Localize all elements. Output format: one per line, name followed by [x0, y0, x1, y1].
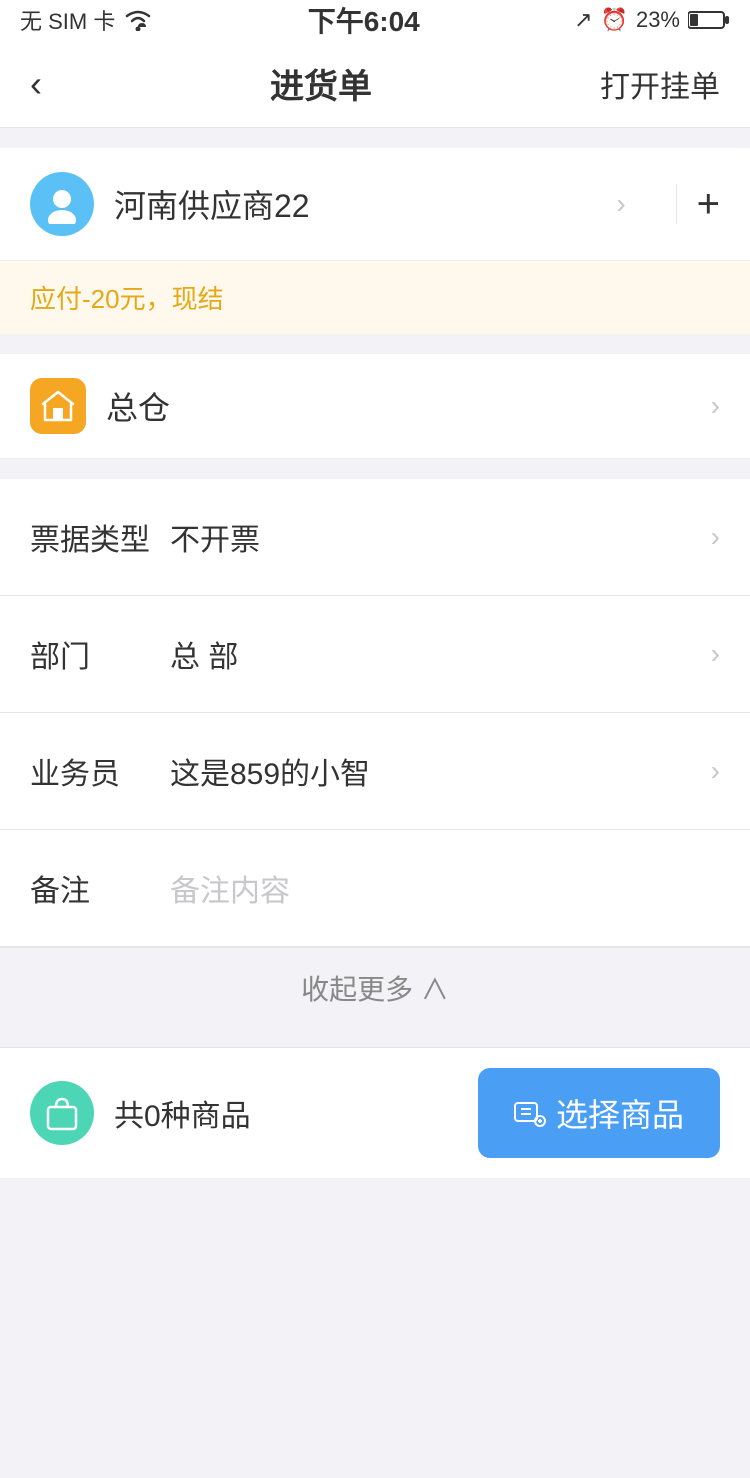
invoice-type-value: 不开票	[170, 515, 711, 559]
status-bar: 无 SIM 卡 下午6:04 ↗ ⏰ 23%	[0, 0, 750, 40]
house-icon	[41, 390, 75, 422]
warehouse-row[interactable]: 总仓 ›	[0, 354, 750, 459]
department-value: 总 部	[170, 632, 711, 676]
open-pending-button[interactable]: 打开挂单	[600, 62, 720, 106]
section-gap-2	[0, 334, 750, 354]
warehouse-section: 总仓 ›	[0, 354, 750, 459]
supplier-avatar	[30, 172, 94, 236]
wifi-icon	[123, 9, 153, 31]
bag-icon	[44, 1095, 80, 1131]
page-title: 进货单	[270, 59, 372, 108]
collapse-toggle[interactable]: 收起更多 ∧	[0, 947, 750, 1027]
product-icon	[30, 1081, 94, 1145]
department-chevron-icon: ›	[711, 638, 720, 670]
invoice-type-label: 票据类型	[30, 515, 150, 559]
supplier-section: 河南供应商22 › + 应付-20元，现结	[0, 148, 750, 334]
form-section: 票据类型 不开票 › 部门 总 部 › 业务员 这是859的小智 › 备注 备注…	[0, 479, 750, 947]
select-product-icon	[514, 1099, 546, 1127]
section-gap-1	[0, 128, 750, 148]
product-count-text: 共0种商品	[114, 1091, 478, 1135]
salesperson-chevron-icon: ›	[711, 755, 720, 787]
remark-input[interactable]: 备注内容	[170, 866, 720, 910]
status-left: 无 SIM 卡	[20, 4, 153, 36]
select-product-label: 选择商品	[556, 1090, 684, 1136]
supplier-name: 河南供应商22	[114, 181, 616, 227]
alert-banner: 应付-20元，现结	[0, 261, 750, 334]
status-right: ↗ ⏰ 23%	[574, 7, 730, 33]
nav-bar: ‹ 进货单 打开挂单	[0, 40, 750, 128]
no-sim-text: 无 SIM 卡	[20, 4, 115, 36]
page-background	[0, 1178, 750, 1478]
bottom-action-bar: 共0种商品 选择商品	[0, 1047, 750, 1178]
alarm-icon: ⏰	[601, 7, 628, 33]
battery-icon	[688, 9, 730, 31]
warehouse-name: 总仓	[106, 383, 711, 429]
department-label: 部门	[30, 632, 150, 676]
section-gap-4	[0, 1027, 750, 1047]
remark-row[interactable]: 备注 备注内容	[0, 830, 750, 947]
select-product-button[interactable]: 选择商品	[478, 1068, 720, 1158]
warehouse-icon	[30, 378, 86, 434]
back-button[interactable]: ‹	[30, 63, 42, 105]
salesperson-label: 业务员	[30, 749, 150, 793]
person-icon	[42, 184, 82, 224]
add-supplier-button[interactable]: +	[697, 182, 720, 227]
warehouse-chevron-icon: ›	[711, 390, 720, 422]
divider	[676, 184, 677, 224]
supplier-row[interactable]: 河南供应商22 › +	[0, 148, 750, 261]
invoice-type-chevron-icon: ›	[711, 521, 720, 553]
invoice-type-row[interactable]: 票据类型 不开票 ›	[0, 479, 750, 596]
department-row[interactable]: 部门 总 部 ›	[0, 596, 750, 713]
status-time: 下午6:04	[308, 0, 420, 40]
supplier-chevron-icon: ›	[616, 188, 625, 220]
remark-label: 备注	[30, 866, 150, 910]
section-gap-3	[0, 459, 750, 479]
battery-text: 23%	[636, 7, 680, 33]
salesperson-row[interactable]: 业务员 这是859的小智 ›	[0, 713, 750, 830]
salesperson-value: 这是859的小智	[170, 749, 711, 793]
location-icon: ↗	[574, 7, 592, 33]
